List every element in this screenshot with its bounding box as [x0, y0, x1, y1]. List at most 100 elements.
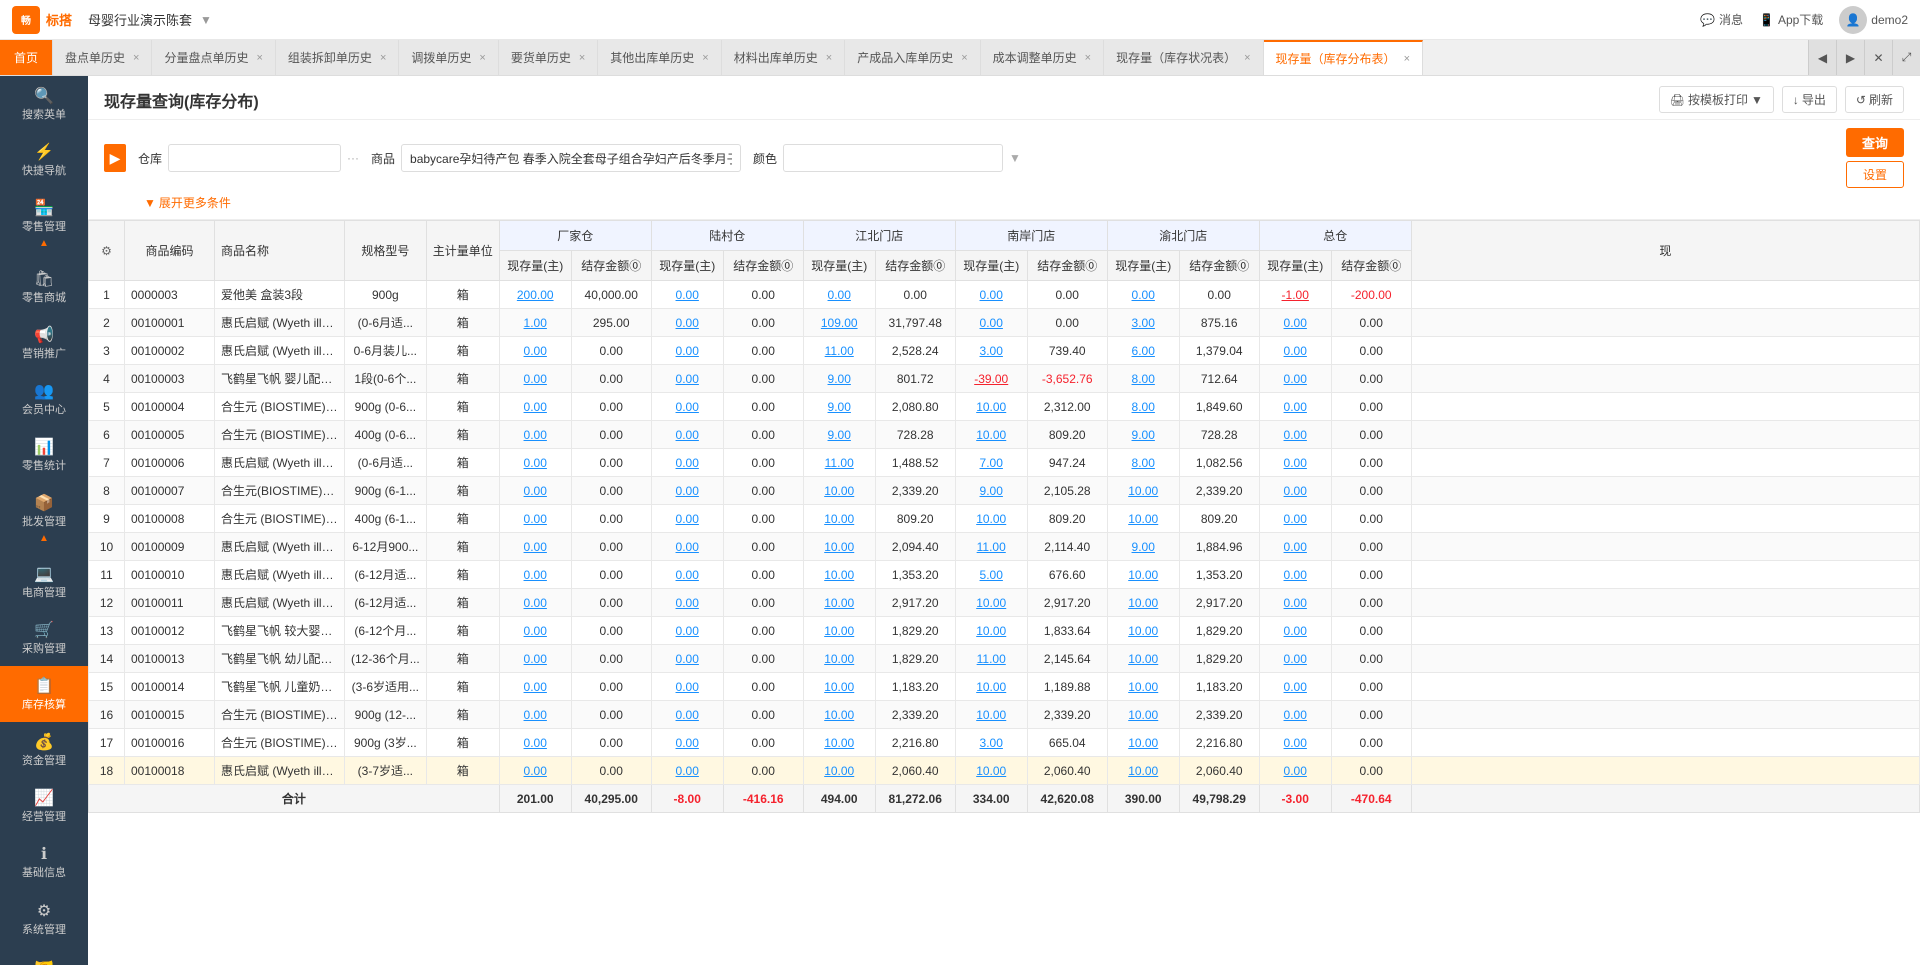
close-icon[interactable]: ×: [133, 52, 139, 64]
row-jb-qty[interactable]: 9.00: [803, 365, 875, 393]
row-l-qty[interactable]: 0.00: [651, 477, 723, 505]
row-jb-qty[interactable]: 11.00: [803, 449, 875, 477]
row-na-qty[interactable]: 5.00: [955, 561, 1027, 589]
row-yb-qty[interactable]: 3.00: [1107, 309, 1179, 337]
row-l-qty[interactable]: 0.00: [651, 589, 723, 617]
color-input[interactable]: [783, 144, 1003, 172]
row-na-qty[interactable]: 7.00: [955, 449, 1027, 477]
row-na-qty[interactable]: 10.00: [955, 589, 1027, 617]
selector-arrow[interactable]: ▼: [200, 13, 212, 27]
row-f-qty[interactable]: 0.00: [499, 589, 571, 617]
export-btn[interactable]: ↓ 导出: [1782, 86, 1837, 113]
row-jb-qty[interactable]: 11.00: [803, 337, 875, 365]
query-btn[interactable]: 查询: [1846, 128, 1904, 157]
row-t-qty[interactable]: 0.00: [1259, 701, 1331, 729]
color-dropdown-arrow[interactable]: ▼: [1009, 151, 1021, 165]
row-f-qty[interactable]: 0.00: [499, 645, 571, 673]
sidebar-item-purchase[interactable]: 🛒 采购管理: [0, 610, 88, 666]
sidebar-item-ops[interactable]: 📈 经营管理: [0, 778, 88, 834]
row-na-qty[interactable]: 0.00: [955, 309, 1027, 337]
row-t-qty[interactable]: 0.00: [1259, 589, 1331, 617]
row-t-qty[interactable]: 0.00: [1259, 645, 1331, 673]
tab-9[interactable]: 成本调整单历史 ×: [981, 40, 1104, 76]
expand-more-btn[interactable]: ▼ 展开更多条件: [144, 194, 1904, 211]
row-l-qty[interactable]: 0.00: [651, 281, 723, 309]
row-f-qty[interactable]: 0.00: [499, 701, 571, 729]
row-jb-qty[interactable]: 10.00: [803, 477, 875, 505]
row-yb-qty[interactable]: 10.00: [1107, 589, 1179, 617]
message-btn[interactable]: 💬 消息: [1700, 11, 1743, 28]
tab-next-btn[interactable]: ▶: [1836, 40, 1864, 76]
tab-6[interactable]: 其他出库单历史 ×: [598, 40, 721, 76]
tab-1[interactable]: 盘点单历史 ×: [53, 40, 152, 76]
row-l-qty[interactable]: 0.00: [651, 729, 723, 757]
settings-gear-icon[interactable]: ⚙: [101, 244, 112, 258]
close-icon[interactable]: ×: [380, 52, 386, 64]
tab-prev-btn[interactable]: ◀: [1808, 40, 1836, 76]
row-na-qty[interactable]: 10.00: [955, 421, 1027, 449]
row-l-qty[interactable]: 0.00: [651, 673, 723, 701]
row-jb-qty[interactable]: 10.00: [803, 589, 875, 617]
row-yb-qty[interactable]: 10.00: [1107, 561, 1179, 589]
close-icon[interactable]: ×: [961, 52, 967, 64]
tab-8[interactable]: 产成品入库单历史 ×: [845, 40, 980, 76]
row-yb-qty[interactable]: 10.00: [1107, 729, 1179, 757]
row-yb-qty[interactable]: 10.00: [1107, 477, 1179, 505]
row-yb-qty[interactable]: 8.00: [1107, 393, 1179, 421]
sidebar-item-search[interactable]: 🔍 搜索英单: [0, 76, 88, 132]
row-f-qty[interactable]: 0.00: [499, 561, 571, 589]
row-na-qty[interactable]: -39.00: [955, 365, 1027, 393]
row-l-qty[interactable]: 0.00: [651, 757, 723, 785]
row-l-qty[interactable]: 0.00: [651, 421, 723, 449]
row-t-qty[interactable]: 0.00: [1259, 729, 1331, 757]
row-l-qty[interactable]: 0.00: [651, 337, 723, 365]
tab-close-btn[interactable]: ✕: [1864, 40, 1892, 76]
sidebar-item-retail[interactable]: 🏪 零售管理 ▲: [0, 188, 88, 258]
row-yb-qty[interactable]: 10.00: [1107, 617, 1179, 645]
sidebar-item-system[interactable]: ⚙ 系统管理: [0, 891, 88, 947]
sidebar-item-finance[interactable]: 💰 资金管理: [0, 722, 88, 778]
row-l-qty[interactable]: 0.00: [651, 309, 723, 337]
row-f-qty[interactable]: 0.00: [499, 757, 571, 785]
row-l-qty[interactable]: 0.00: [651, 645, 723, 673]
row-na-qty[interactable]: 10.00: [955, 757, 1027, 785]
tab-3[interactable]: 组装拆卸单历史 ×: [276, 40, 399, 76]
row-f-qty[interactable]: 0.00: [499, 337, 571, 365]
row-t-qty[interactable]: 0.00: [1259, 309, 1331, 337]
row-l-qty[interactable]: 0.00: [651, 701, 723, 729]
row-jb-qty[interactable]: 0.00: [803, 281, 875, 309]
row-f-qty[interactable]: 0.00: [499, 365, 571, 393]
row-yb-qty[interactable]: 10.00: [1107, 645, 1179, 673]
row-l-qty[interactable]: 0.00: [651, 561, 723, 589]
row-yb-qty[interactable]: 6.00: [1107, 337, 1179, 365]
row-l-qty[interactable]: 0.00: [651, 365, 723, 393]
row-yb-qty[interactable]: 9.00: [1107, 421, 1179, 449]
row-yb-qty[interactable]: 8.00: [1107, 365, 1179, 393]
close-icon[interactable]: ×: [702, 52, 708, 64]
close-icon[interactable]: ×: [826, 52, 832, 64]
tab-7[interactable]: 材料出库单历史 ×: [722, 40, 845, 76]
refresh-btn[interactable]: ↺ 刷新: [1845, 86, 1904, 113]
tab-4[interactable]: 调拨单历史 ×: [399, 40, 498, 76]
row-t-qty[interactable]: 0.00: [1259, 337, 1331, 365]
row-jb-qty[interactable]: 9.00: [803, 421, 875, 449]
close-icon[interactable]: ×: [579, 52, 585, 64]
row-l-qty[interactable]: 0.00: [651, 505, 723, 533]
row-f-qty[interactable]: 0.00: [499, 449, 571, 477]
row-jb-qty[interactable]: 10.00: [803, 617, 875, 645]
tab-expand-btn[interactable]: ⤢: [1892, 40, 1920, 76]
row-t-qty[interactable]: 0.00: [1259, 533, 1331, 561]
row-jb-qty[interactable]: 10.00: [803, 533, 875, 561]
goods-input[interactable]: [401, 144, 741, 172]
th-settings[interactable]: ⚙: [89, 221, 125, 281]
row-t-qty[interactable]: 0.00: [1259, 561, 1331, 589]
tab-5[interactable]: 要货单历史 ×: [499, 40, 598, 76]
row-na-qty[interactable]: 3.00: [955, 729, 1027, 757]
warehouse-dots[interactable]: ···: [347, 151, 359, 165]
tab-home[interactable]: 首页: [0, 40, 53, 76]
row-l-qty[interactable]: 0.00: [651, 617, 723, 645]
row-t-qty[interactable]: 0.00: [1259, 617, 1331, 645]
row-f-qty[interactable]: 0.00: [499, 533, 571, 561]
row-f-qty[interactable]: 0.00: [499, 505, 571, 533]
print-btn[interactable]: 🖨 按模板打印 ▼: [1659, 86, 1774, 113]
